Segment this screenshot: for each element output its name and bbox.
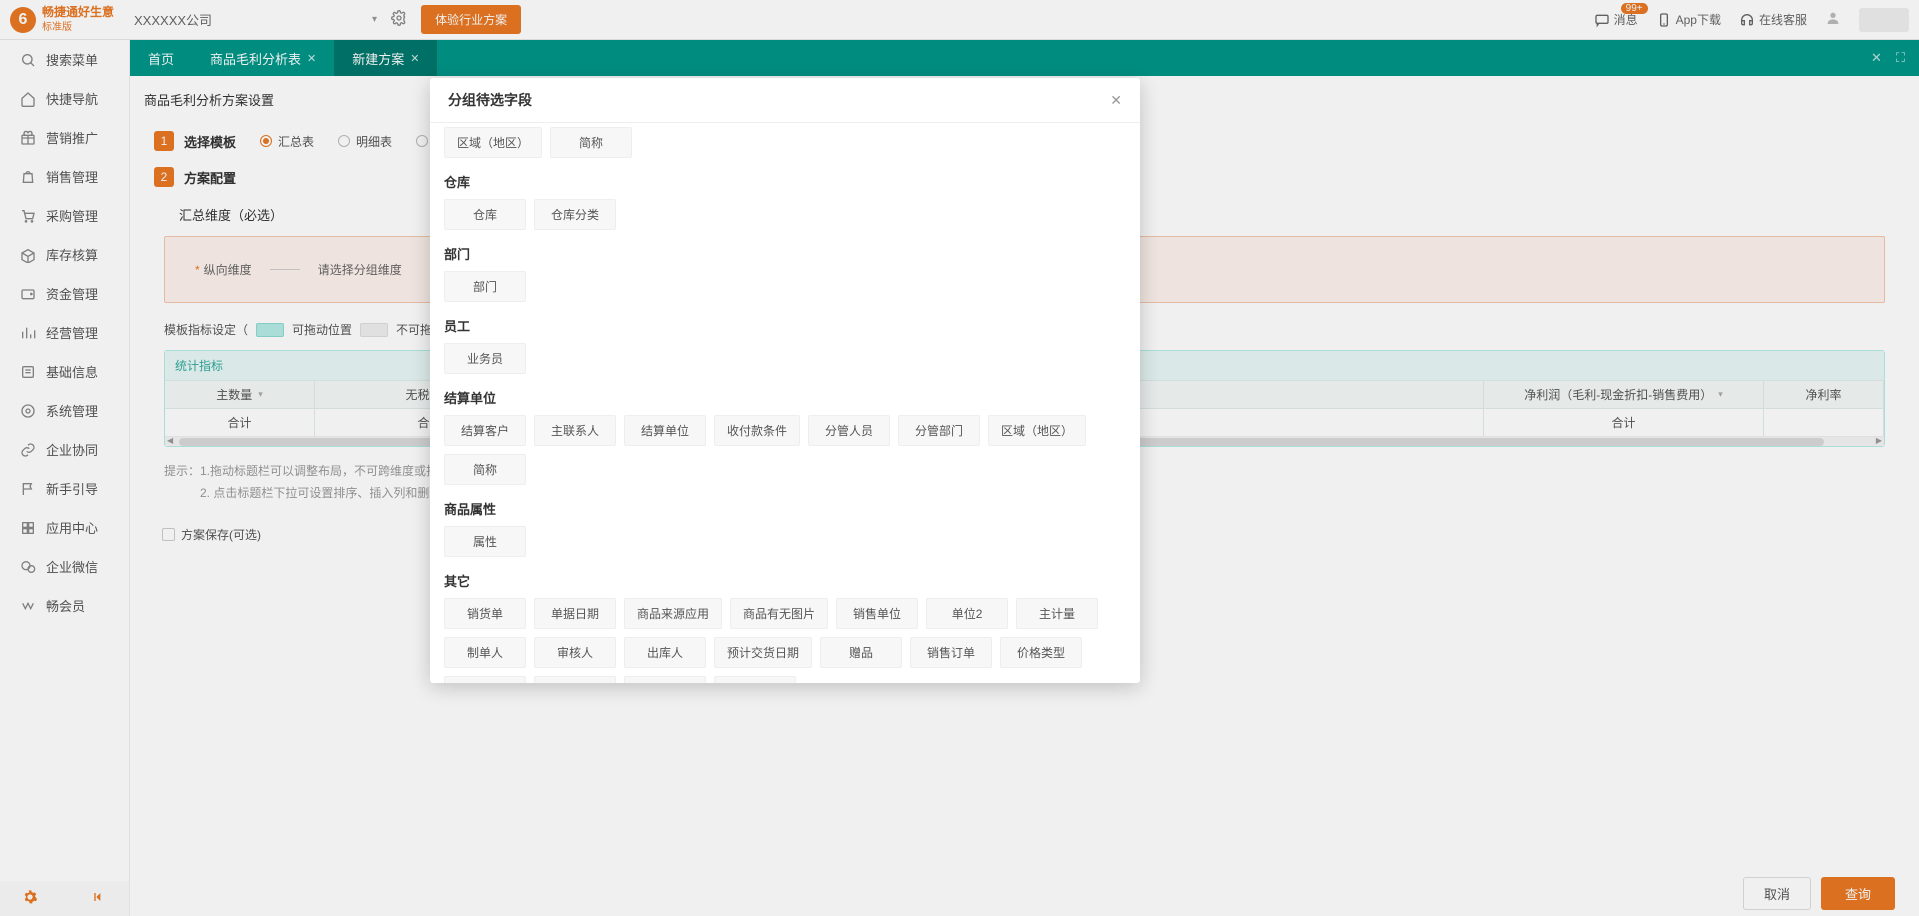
field-chip[interactable]: 分管人员 — [808, 415, 890, 446]
chip-row: 业务员 — [444, 343, 1136, 374]
field-chip[interactable]: 简称 — [444, 454, 526, 485]
field-chip[interactable]: 部门 — [444, 271, 526, 302]
chip-row: 部门 — [444, 271, 1136, 302]
field-chip[interactable]: 项目分类 — [624, 676, 706, 683]
field-chip[interactable]: 销货单 — [444, 598, 526, 629]
field-chip[interactable]: 主计量 — [1016, 598, 1098, 629]
field-chip[interactable]: 属性 — [444, 526, 526, 557]
group-title: 结算单位 — [444, 388, 1136, 407]
field-chip[interactable]: 制单人 — [444, 637, 526, 668]
field-chip[interactable]: 收付款条件 — [714, 415, 800, 446]
field-chip[interactable]: 赠品 — [820, 637, 902, 668]
field-chip[interactable]: 商品有无图片 — [730, 598, 828, 629]
close-icon[interactable]: ✕ — [1110, 92, 1122, 109]
field-chip[interactable]: 商品来源应用 — [624, 598, 722, 629]
field-chip[interactable]: 区域（地区） — [988, 415, 1086, 446]
group-title: 仓库 — [444, 172, 1136, 191]
field-chip[interactable]: 销售单位 — [836, 598, 918, 629]
field-chip[interactable]: 单位2 — [926, 598, 1008, 629]
field-chip[interactable]: 项目 — [534, 676, 616, 683]
field-chip[interactable]: 区域（地区） — [444, 127, 542, 158]
modal-body: 客户客户分类分管部门分管人员主联系方式主联系人邮政编码区域（地区）简称仓库仓库仓… — [430, 123, 1140, 683]
field-chip[interactable]: 分管部门 — [898, 415, 980, 446]
chip-row: 销货单单据日期商品来源应用商品有无图片销售单位单位2 主计量制单人审核人出库人预计… — [444, 598, 1136, 683]
field-chip[interactable]: 审核人 — [534, 637, 616, 668]
modal-title: 分组待选字段 — [448, 90, 532, 110]
chip-row: 属性 — [444, 526, 1136, 557]
modal-header: 分组待选字段 ✕ — [430, 78, 1140, 123]
field-chip[interactable]: 仓库分类 — [534, 199, 616, 230]
field-chip[interactable]: 来源应用 — [444, 676, 526, 683]
group-title: 员工 — [444, 316, 1136, 335]
chip-row: 结算客户主联系人结算单位收付款条件分管人员分管部门区域（地区） 简称 — [444, 415, 1136, 485]
field-chip[interactable]: 单据日期 — [534, 598, 616, 629]
group-title: 商品属性 — [444, 499, 1136, 518]
field-chip[interactable]: 结算单位 — [624, 415, 706, 446]
group-title: 其它 — [444, 571, 1136, 590]
field-chip[interactable]: 出库人 — [624, 637, 706, 668]
modal-field-picker: 分组待选字段 ✕ 客户客户分类分管部门分管人员主联系方式主联系人邮政编码区域（地… — [430, 78, 1140, 683]
field-chip[interactable]: 销售订单 — [910, 637, 992, 668]
modal-scroll[interactable]: 客户客户分类分管部门分管人员主联系方式主联系人邮政编码区域（地区）简称仓库仓库仓… — [444, 123, 1140, 683]
field-chip[interactable]: 仓库 — [444, 199, 526, 230]
field-chip[interactable]: 结算客户 — [444, 415, 526, 446]
field-chip[interactable]: 业务员 — [444, 343, 526, 374]
field-chip[interactable]: 价格类型 — [1000, 637, 1082, 668]
field-chip[interactable]: 简称 — [550, 127, 632, 158]
group-title: 部门 — [444, 244, 1136, 263]
field-chip[interactable]: 批号 — [714, 676, 796, 683]
field-chip[interactable]: 预计交货日期 — [714, 637, 812, 668]
field-chip[interactable]: 主联系人 — [534, 415, 616, 446]
chip-row: 区域（地区） 简称 — [444, 127, 1136, 158]
chip-row: 仓库仓库分类 — [444, 199, 1136, 230]
